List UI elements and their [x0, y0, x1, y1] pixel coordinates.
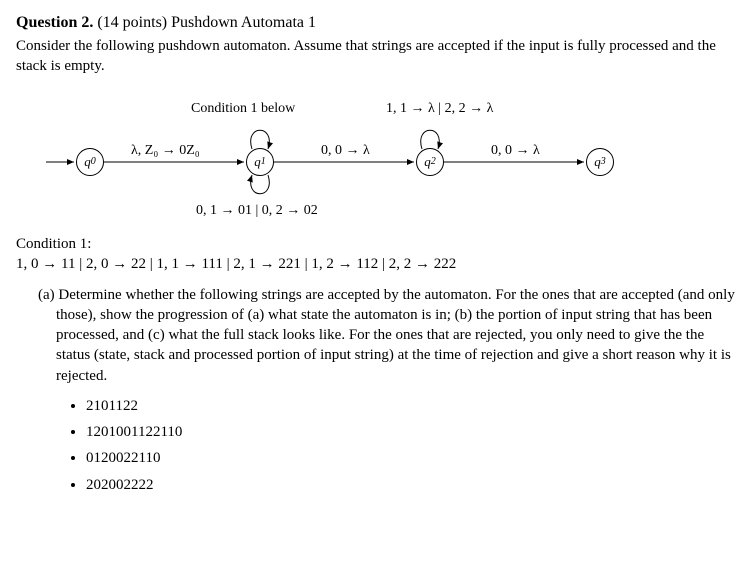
edge-q1-q2-label: 0, 0 → λ [321, 142, 370, 161]
question-header: Question 2. (14 points) Pushdown Automat… [16, 12, 736, 34]
loop-q1-bottom-label: 0, 1 → 01 | 0, 2 → 02 [196, 202, 318, 221]
question-title: Pushdown Automata 1 [171, 14, 316, 31]
state-q2: q2 [416, 148, 444, 176]
loop-q2-label: 1, 1 → λ | 2, 2 → λ [386, 100, 493, 119]
automaton-diagram: q0 q1 q2 q3 Condition 1 below 1, 1 → λ |… [16, 82, 716, 232]
condition-body: 1, 0 → 11 | 2, 0 → 22 | 1, 1 → 111 | 2, … [16, 254, 736, 274]
edge-q2-q3-label: 0, 0 → λ [491, 142, 540, 161]
edge-q0-q1-label: λ, Z₀ → 0Z₀ [131, 142, 200, 161]
part-a-text: Determine whether the following strings … [56, 287, 735, 384]
condition-header-label: Condition 1 below [191, 100, 295, 119]
list-item: 2101122 [86, 396, 736, 416]
part-a: (a) Determine whether the following stri… [38, 285, 736, 386]
list-item: 202002222 [86, 475, 736, 495]
state-q0: q0 [76, 148, 104, 176]
state-sub: 0 [91, 155, 96, 169]
question-label: Question 2. [16, 14, 93, 31]
question-points: (14 points) [97, 14, 167, 31]
intro-text: Consider the following pushdown automato… [16, 36, 736, 77]
state-q3: q3 [586, 148, 614, 176]
list-item: 1201001122110 [86, 422, 736, 442]
state-sub: 3 [601, 155, 606, 169]
state-q1: q1 [246, 148, 274, 176]
part-a-marker: (a) [38, 287, 55, 303]
state-sub: 1 [261, 155, 266, 169]
strings-list: 2101122 1201001122110 0120022110 2020022… [86, 396, 736, 495]
state-sub: 2 [431, 155, 436, 169]
condition-title: Condition 1: [16, 234, 736, 254]
list-item: 0120022110 [86, 448, 736, 468]
